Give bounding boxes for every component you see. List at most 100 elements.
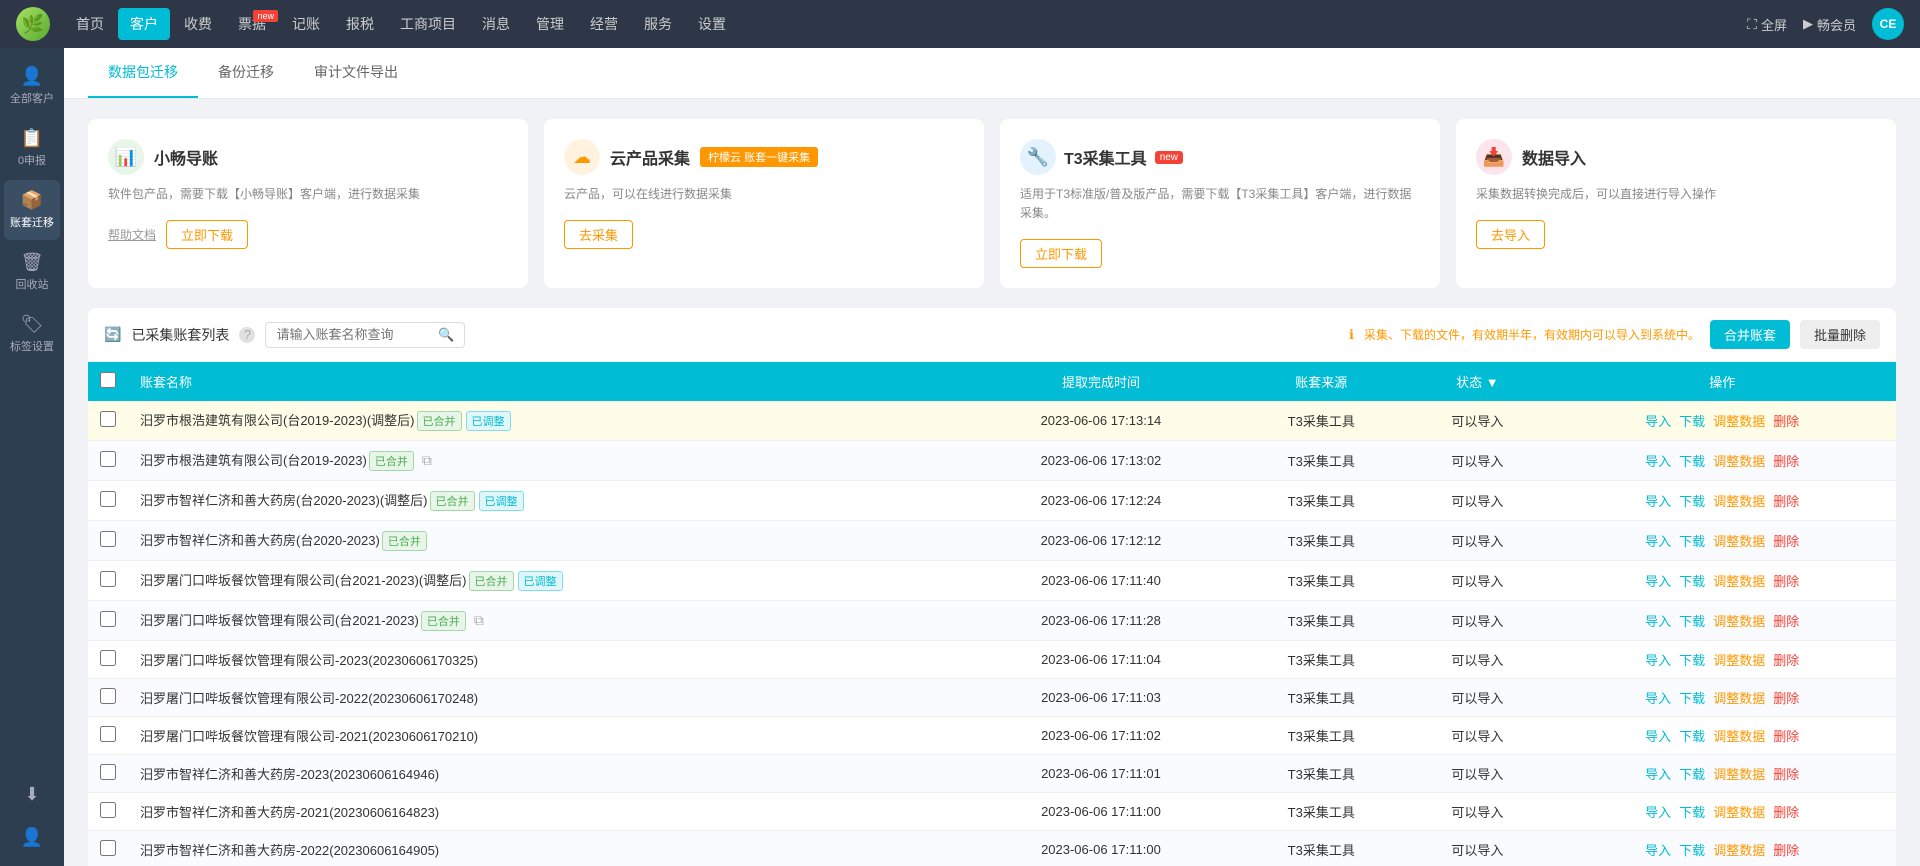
action-下载[interactable]: 下载 bbox=[1679, 574, 1705, 589]
action-删除[interactable]: 删除 bbox=[1773, 494, 1799, 509]
action-导入[interactable]: 导入 bbox=[1645, 767, 1671, 782]
nav-item-home[interactable]: 首页 bbox=[64, 8, 116, 40]
action-删除[interactable]: 删除 bbox=[1773, 574, 1799, 589]
action-下载[interactable]: 下载 bbox=[1679, 767, 1705, 782]
nav-item-tax[interactable]: 报税 bbox=[334, 8, 386, 40]
sidebar-item-tag-settings[interactable]: 🏷 标签设置 bbox=[4, 304, 60, 364]
action-导入[interactable]: 导入 bbox=[1645, 691, 1671, 706]
action-删除[interactable]: 删除 bbox=[1773, 691, 1799, 706]
action-调整数据[interactable]: 调整数据 bbox=[1713, 691, 1765, 706]
row-checkbox[interactable] bbox=[100, 571, 116, 587]
nav-item-settings[interactable]: 设置 bbox=[686, 8, 738, 40]
vip-btn[interactable]: ▶ 畅会员 bbox=[1803, 15, 1856, 34]
import-goto-btn[interactable]: 去导入 bbox=[1476, 220, 1545, 249]
batch-delete-btn[interactable]: 批量删除 bbox=[1800, 320, 1880, 349]
row-checkbox[interactable] bbox=[100, 531, 116, 547]
row-copy-icon[interactable]: ⧉ bbox=[422, 452, 432, 468]
nav-item-service[interactable]: 服务 bbox=[632, 8, 684, 40]
col-header-status[interactable]: 状态 ▼ bbox=[1406, 362, 1548, 401]
action-导入[interactable]: 导入 bbox=[1645, 534, 1671, 549]
help-icon[interactable]: ? bbox=[239, 327, 255, 343]
t3-download-btn[interactable]: 立即下载 bbox=[1020, 239, 1102, 268]
action-调整数据[interactable]: 调整数据 bbox=[1713, 494, 1765, 509]
action-删除[interactable]: 删除 bbox=[1773, 653, 1799, 668]
action-导入[interactable]: 导入 bbox=[1645, 805, 1671, 820]
action-下载[interactable]: 下载 bbox=[1679, 494, 1705, 509]
nav-item-customer[interactable]: 客户 bbox=[118, 8, 170, 40]
action-下载[interactable]: 下载 bbox=[1679, 805, 1705, 820]
sidebar-item-account-migration[interactable]: 📦 账套迁移 bbox=[4, 180, 60, 240]
row-checkbox[interactable] bbox=[100, 411, 116, 427]
action-调整数据[interactable]: 调整数据 bbox=[1713, 767, 1765, 782]
action-调整数据[interactable]: 调整数据 bbox=[1713, 805, 1765, 820]
row-checkbox[interactable] bbox=[100, 726, 116, 742]
tab-backup-migration[interactable]: 备份迁移 bbox=[198, 48, 294, 98]
action-调整数据[interactable]: 调整数据 bbox=[1713, 729, 1765, 744]
nav-item-operation[interactable]: 经营 bbox=[578, 8, 630, 40]
nav-item-invoice[interactable]: 票据new bbox=[226, 8, 278, 40]
search-input[interactable] bbox=[276, 327, 432, 342]
action-下载[interactable]: 下载 bbox=[1679, 729, 1705, 744]
action-删除[interactable]: 删除 bbox=[1773, 534, 1799, 549]
row-checkbox[interactable] bbox=[100, 840, 116, 856]
cloud-collect-btn[interactable]: 去采集 bbox=[564, 220, 633, 249]
action-导入[interactable]: 导入 bbox=[1645, 653, 1671, 668]
action-删除[interactable]: 删除 bbox=[1773, 767, 1799, 782]
xiaozhang-help-link[interactable]: 帮助文档 bbox=[108, 226, 156, 243]
action-导入[interactable]: 导入 bbox=[1645, 494, 1671, 509]
action-删除[interactable]: 删除 bbox=[1773, 843, 1799, 858]
action-调整数据[interactable]: 调整数据 bbox=[1713, 614, 1765, 629]
row-checkbox[interactable] bbox=[100, 650, 116, 666]
action-导入[interactable]: 导入 bbox=[1645, 574, 1671, 589]
nav-item-business[interactable]: 工商项目 bbox=[388, 8, 468, 40]
merge-account-btn[interactable]: 合并账套 bbox=[1710, 320, 1790, 349]
action-删除[interactable]: 删除 bbox=[1773, 729, 1799, 744]
action-导入[interactable]: 导入 bbox=[1645, 729, 1671, 744]
nav-item-fee[interactable]: 收费 bbox=[172, 8, 224, 40]
logo[interactable]: 🌿 bbox=[16, 7, 50, 41]
action-删除[interactable]: 删除 bbox=[1773, 805, 1799, 820]
action-下载[interactable]: 下载 bbox=[1679, 534, 1705, 549]
action-删除[interactable]: 删除 bbox=[1773, 414, 1799, 429]
action-调整数据[interactable]: 调整数据 bbox=[1713, 843, 1765, 858]
tab-data-migration[interactable]: 数据包迁移 bbox=[88, 48, 198, 98]
row-checkbox[interactable] bbox=[100, 764, 116, 780]
action-调整数据[interactable]: 调整数据 bbox=[1713, 454, 1765, 469]
row-copy-icon[interactable]: ⧉ bbox=[474, 612, 484, 628]
sidebar-item-user[interactable]: 👤 bbox=[4, 817, 60, 858]
nav-item-management[interactable]: 管理 bbox=[524, 8, 576, 40]
action-删除[interactable]: 删除 bbox=[1773, 454, 1799, 469]
action-下载[interactable]: 下载 bbox=[1679, 691, 1705, 706]
action-调整数据[interactable]: 调整数据 bbox=[1713, 653, 1765, 668]
select-all-checkbox[interactable] bbox=[100, 372, 116, 388]
tab-audit-export[interactable]: 审计文件导出 bbox=[294, 48, 418, 98]
sidebar-item-all-customers[interactable]: 👤 全部客户 bbox=[4, 56, 60, 116]
action-下载[interactable]: 下载 bbox=[1679, 653, 1705, 668]
action-导入[interactable]: 导入 bbox=[1645, 414, 1671, 429]
action-导入[interactable]: 导入 bbox=[1645, 843, 1671, 858]
action-调整数据[interactable]: 调整数据 bbox=[1713, 534, 1765, 549]
action-下载[interactable]: 下载 bbox=[1679, 843, 1705, 858]
row-checkbox[interactable] bbox=[100, 491, 116, 507]
row-checkbox[interactable] bbox=[100, 451, 116, 467]
fullscreen-btn[interactable]: ⛶ 全屏 bbox=[1747, 15, 1787, 34]
row-checkbox[interactable] bbox=[100, 802, 116, 818]
nav-item-bookkeeping[interactable]: 记账 bbox=[280, 8, 332, 40]
nav-item-message[interactable]: 消息 bbox=[470, 8, 522, 40]
action-调整数据[interactable]: 调整数据 bbox=[1713, 574, 1765, 589]
sidebar-item-recycle[interactable]: 🗑 回收站 bbox=[4, 242, 60, 302]
action-下载[interactable]: 下载 bbox=[1679, 414, 1705, 429]
action-删除[interactable]: 删除 bbox=[1773, 614, 1799, 629]
sidebar-item-download[interactable]: ⬇ bbox=[4, 774, 60, 815]
avatar[interactable]: CE bbox=[1872, 8, 1904, 40]
row-checkbox[interactable] bbox=[100, 611, 116, 627]
sidebar-item-zero-report[interactable]: 📋 0申报 bbox=[4, 118, 60, 178]
action-下载[interactable]: 下载 bbox=[1679, 454, 1705, 469]
action-下载[interactable]: 下载 bbox=[1679, 614, 1705, 629]
action-调整数据[interactable]: 调整数据 bbox=[1713, 414, 1765, 429]
refresh-icon[interactable]: 🔄 bbox=[104, 326, 121, 343]
search-icon[interactable]: 🔍 bbox=[438, 327, 454, 343]
action-导入[interactable]: 导入 bbox=[1645, 614, 1671, 629]
xiaozhang-download-btn[interactable]: 立即下载 bbox=[166, 220, 248, 249]
row-checkbox[interactable] bbox=[100, 688, 116, 704]
